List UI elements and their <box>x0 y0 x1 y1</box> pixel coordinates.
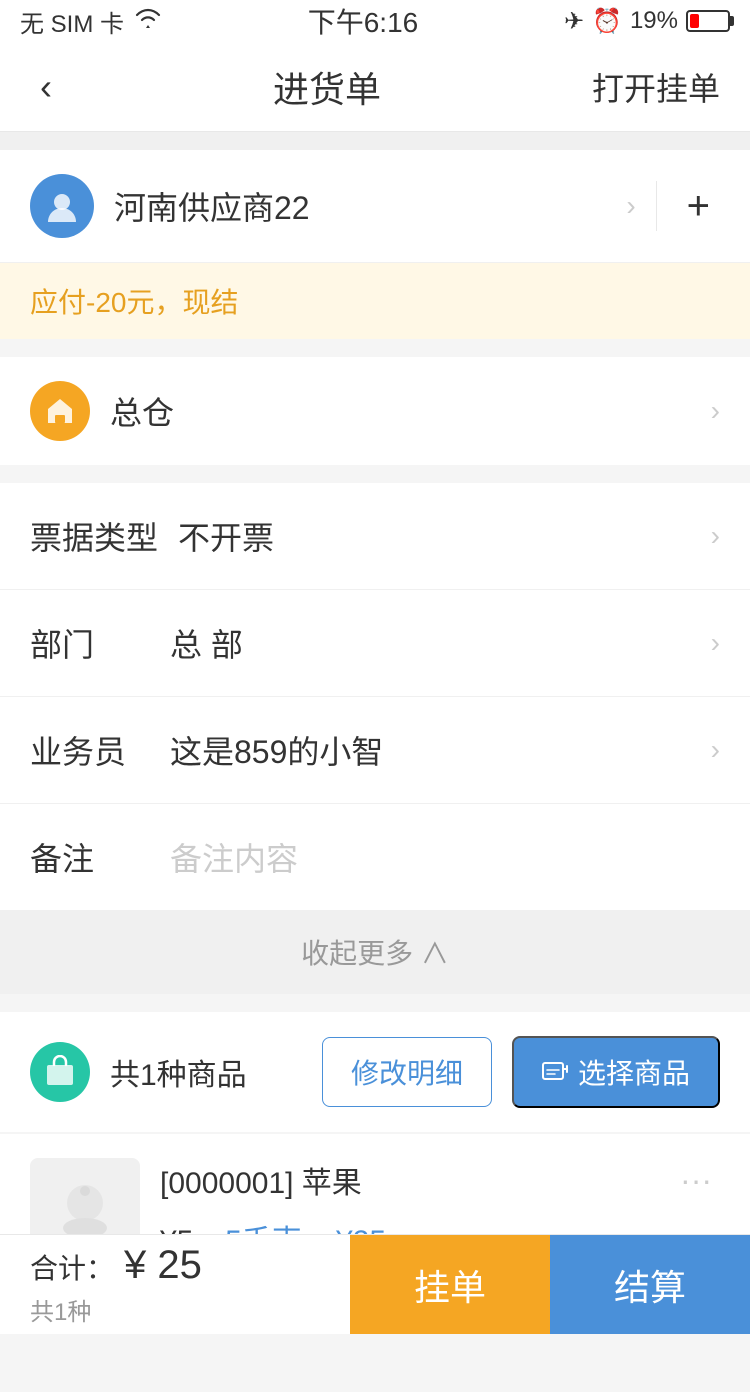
goods-header: 共1种商品 修改明细 选择商品 <box>0 1012 750 1132</box>
settle-button[interactable]: 结算 <box>550 1235 750 1334</box>
remark-row[interactable]: 备注 备注内容 <box>0 804 750 910</box>
goods-count: 共1种商品 <box>110 1050 302 1094</box>
goods-icon <box>30 1042 90 1102</box>
status-time: 下午6:16 <box>308 1 419 41</box>
salesperson-value: 这是859的小智 <box>170 727 711 773</box>
warehouse-name: 总仓 <box>110 388 711 434</box>
product-display-name: 苹果 <box>302 1167 362 1200</box>
salesperson-arrow-icon: › <box>711 734 720 766</box>
edit-detail-button[interactable]: 修改明细 <box>322 1037 492 1107</box>
warehouse-section[interactable]: 总仓 › <box>0 357 750 465</box>
add-button[interactable]: + <box>677 184 720 229</box>
select-goods-button[interactable]: 选择商品 <box>512 1036 720 1108</box>
status-right: ✈ ⏰ 19% <box>564 7 730 36</box>
supplier-divider <box>656 181 657 231</box>
carrier-label: 无 SIM 卡 <box>20 4 124 39</box>
back-button[interactable]: ‹ <box>30 56 62 118</box>
supplier-row[interactable]: 河南供应商22 › + <box>0 150 750 262</box>
product-name: [0000001] 苹果 <box>160 1158 652 1202</box>
alarm-icon: ⏰ <box>592 7 622 36</box>
collapse-toggle[interactable]: 收起更多 ∧ <box>0 910 750 994</box>
battery-percent: 19% <box>630 7 678 35</box>
remark-input[interactable]: 备注内容 <box>170 834 720 880</box>
page-title: 进货单 <box>273 61 381 113</box>
dept-label: 部门 <box>30 620 150 666</box>
open-suspend-button[interactable]: 打开挂单 <box>592 64 720 110</box>
bill-type-label: 票据类型 <box>30 513 158 559</box>
total-amount: ¥ 25 <box>124 1243 202 1288</box>
location-icon: ✈ <box>564 7 584 36</box>
status-bar: 无 SIM 卡 下午6:16 ✈ ⏰ 19% <box>0 0 750 42</box>
alert-text: 应付-20元，现结 <box>30 287 238 318</box>
collapse-label: 收起更多 ∧ <box>301 932 449 972</box>
total-section: 合计： ¥ 25 共1种 <box>0 1235 350 1334</box>
total-prefix: 合计： <box>30 1247 114 1287</box>
select-goods-label: 选择商品 <box>578 1052 690 1092</box>
top-divider <box>0 132 750 150</box>
status-left: 无 SIM 卡 <box>20 4 162 39</box>
total-label: 合计： ¥ 25 <box>30 1243 320 1288</box>
remark-label: 备注 <box>30 834 150 880</box>
supplier-name: 河南供应商22 <box>114 183 626 229</box>
form-section: 票据类型 不开票 › 部门 总 部 › 业务员 这是859的小智 › 备注 备注… <box>0 483 750 910</box>
product-more-button[interactable]: ··· <box>672 1158 720 1203</box>
battery-icon <box>686 10 730 32</box>
total-sub: 共1种 <box>30 1292 320 1327</box>
dept-arrow-icon: › <box>711 627 720 659</box>
alert-row: 应付-20元，现结 <box>0 262 750 339</box>
product-code: [0000001] <box>160 1167 302 1200</box>
salesperson-label: 业务员 <box>30 727 150 773</box>
bill-type-arrow-icon: › <box>711 520 720 552</box>
bill-type-value: 不开票 <box>178 513 711 559</box>
salesperson-row[interactable]: 业务员 这是859的小智 › <box>0 697 750 804</box>
bottom-bar: 合计： ¥ 25 共1种 挂单 结算 <box>0 1234 750 1334</box>
nav-bar: ‹ 进货单 打开挂单 <box>0 42 750 132</box>
suspend-button[interactable]: 挂单 <box>350 1235 550 1334</box>
warehouse-icon <box>30 381 90 441</box>
warehouse-arrow-icon: › <box>711 395 720 427</box>
dept-row[interactable]: 部门 总 部 › <box>0 590 750 697</box>
supplier-arrow-icon: › <box>626 190 635 222</box>
supplier-avatar <box>30 174 94 238</box>
bill-type-row[interactable]: 票据类型 不开票 › <box>0 483 750 590</box>
wifi-icon <box>134 7 162 36</box>
dept-value: 总 部 <box>170 620 711 666</box>
supplier-section: 河南供应商22 › + 应付-20元，现结 <box>0 150 750 339</box>
